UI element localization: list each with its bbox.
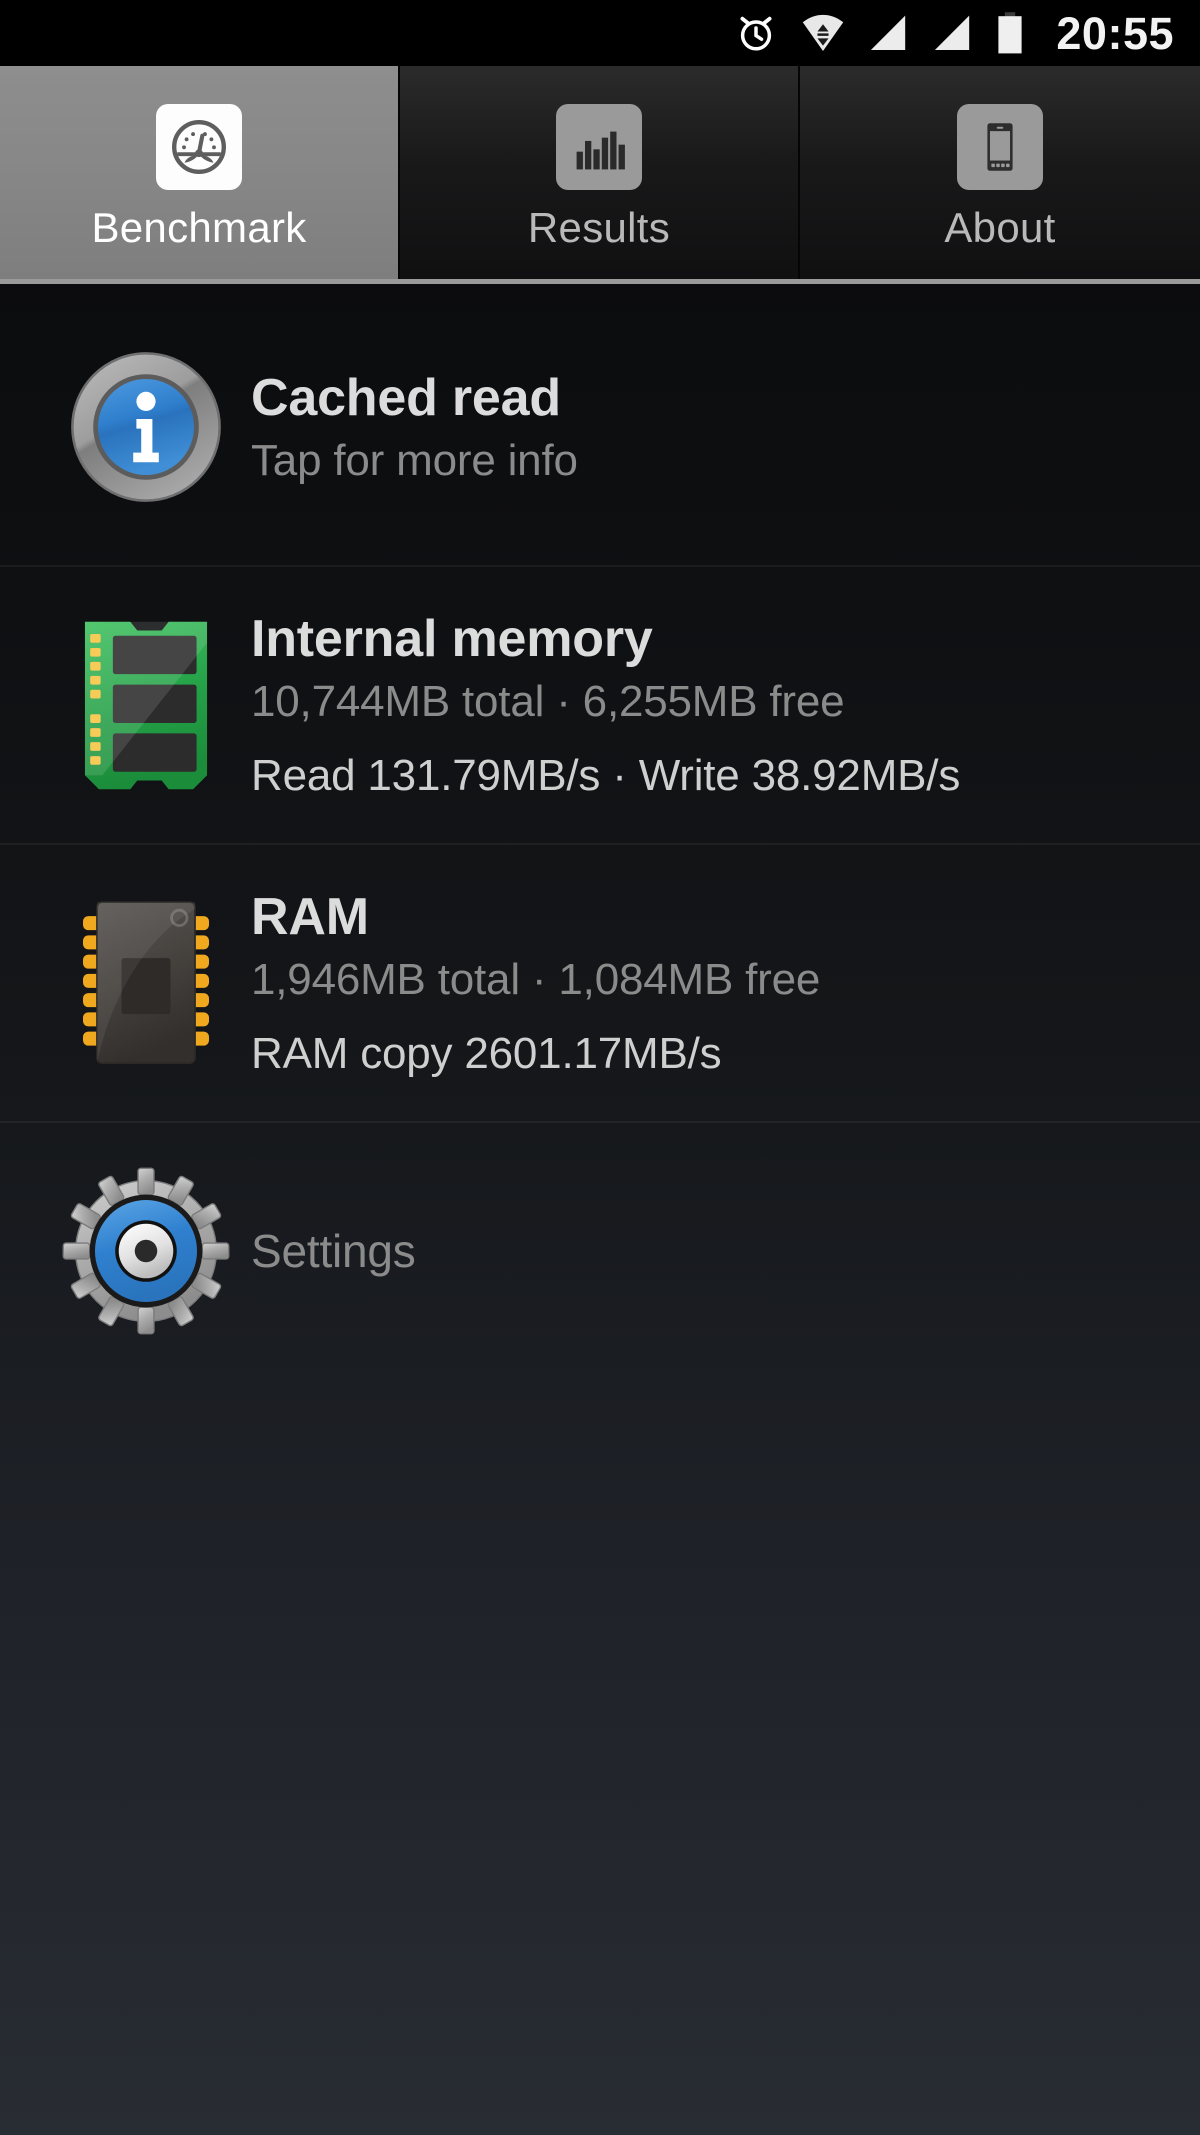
list-item-settings[interactable]: Settings xyxy=(0,1123,1200,1378)
settings-text: Settings xyxy=(244,1224,416,1278)
tab-bar: Benchmark Results About xyxy=(0,66,1200,284)
memory-stick-icon xyxy=(48,593,244,818)
internal-memory-capacity: 10,744MB total · 6,255MB free xyxy=(251,677,845,727)
list-item-ram[interactable]: RAM 1,946MB total · 1,084MB free RAM cop… xyxy=(0,845,1200,1123)
internal-memory-text: Internal memory 10,744MB total · 6,255MB… xyxy=(244,610,960,800)
list-item-cached-read[interactable]: Cached read Tap for more info xyxy=(0,289,1200,567)
tab-about[interactable]: About xyxy=(800,66,1200,279)
benchmark-list: Cached read Tap for more info Internal m… xyxy=(0,289,1200,1378)
phone-device-icon xyxy=(957,104,1043,190)
alarm-clock-icon xyxy=(734,11,778,55)
tab-results-label: Results xyxy=(527,204,671,251)
signal-bars-icon-1 xyxy=(868,13,910,53)
tab-benchmark-label: Benchmark xyxy=(91,204,307,251)
status-bar-clock: 20:55 xyxy=(1056,7,1174,59)
signal-bars-icon-2 xyxy=(932,13,974,53)
ram-speed: RAM copy 2601.17MB/s xyxy=(251,1028,722,1078)
ram-chip-icon xyxy=(48,871,244,1096)
cached-read-title: Cached read xyxy=(251,368,561,427)
app-screen: 20:55 Benchmark Results About Cached rea… xyxy=(0,0,1200,2135)
speedometer-icon xyxy=(156,104,242,190)
ram-text: RAM 1,946MB total · 1,084MB free RAM cop… xyxy=(244,888,820,1078)
battery-full-icon xyxy=(996,11,1024,55)
bar-chart-icon xyxy=(556,104,642,190)
tab-benchmark[interactable]: Benchmark xyxy=(0,66,400,279)
wifi-data-transfer-icon xyxy=(800,12,846,54)
ram-title: RAM xyxy=(251,888,369,947)
tab-results[interactable]: Results xyxy=(400,66,800,279)
settings-label: Settings xyxy=(251,1224,416,1277)
gear-icon xyxy=(48,1138,244,1363)
info-circle-icon xyxy=(48,315,244,540)
list-item-internal-memory[interactable]: Internal memory 10,744MB total · 6,255MB… xyxy=(0,567,1200,845)
cached-read-text: Cached read Tap for more info xyxy=(244,369,578,486)
cached-read-subtitle: Tap for more info xyxy=(251,435,578,485)
status-bar: 20:55 xyxy=(0,0,1200,66)
internal-memory-speeds: Read 131.79MB/s · Write 38.92MB/s xyxy=(251,750,961,800)
tab-about-label: About xyxy=(944,204,1056,251)
ram-capacity: 1,946MB total · 1,084MB free xyxy=(251,955,821,1005)
internal-memory-title: Internal memory xyxy=(251,610,653,669)
